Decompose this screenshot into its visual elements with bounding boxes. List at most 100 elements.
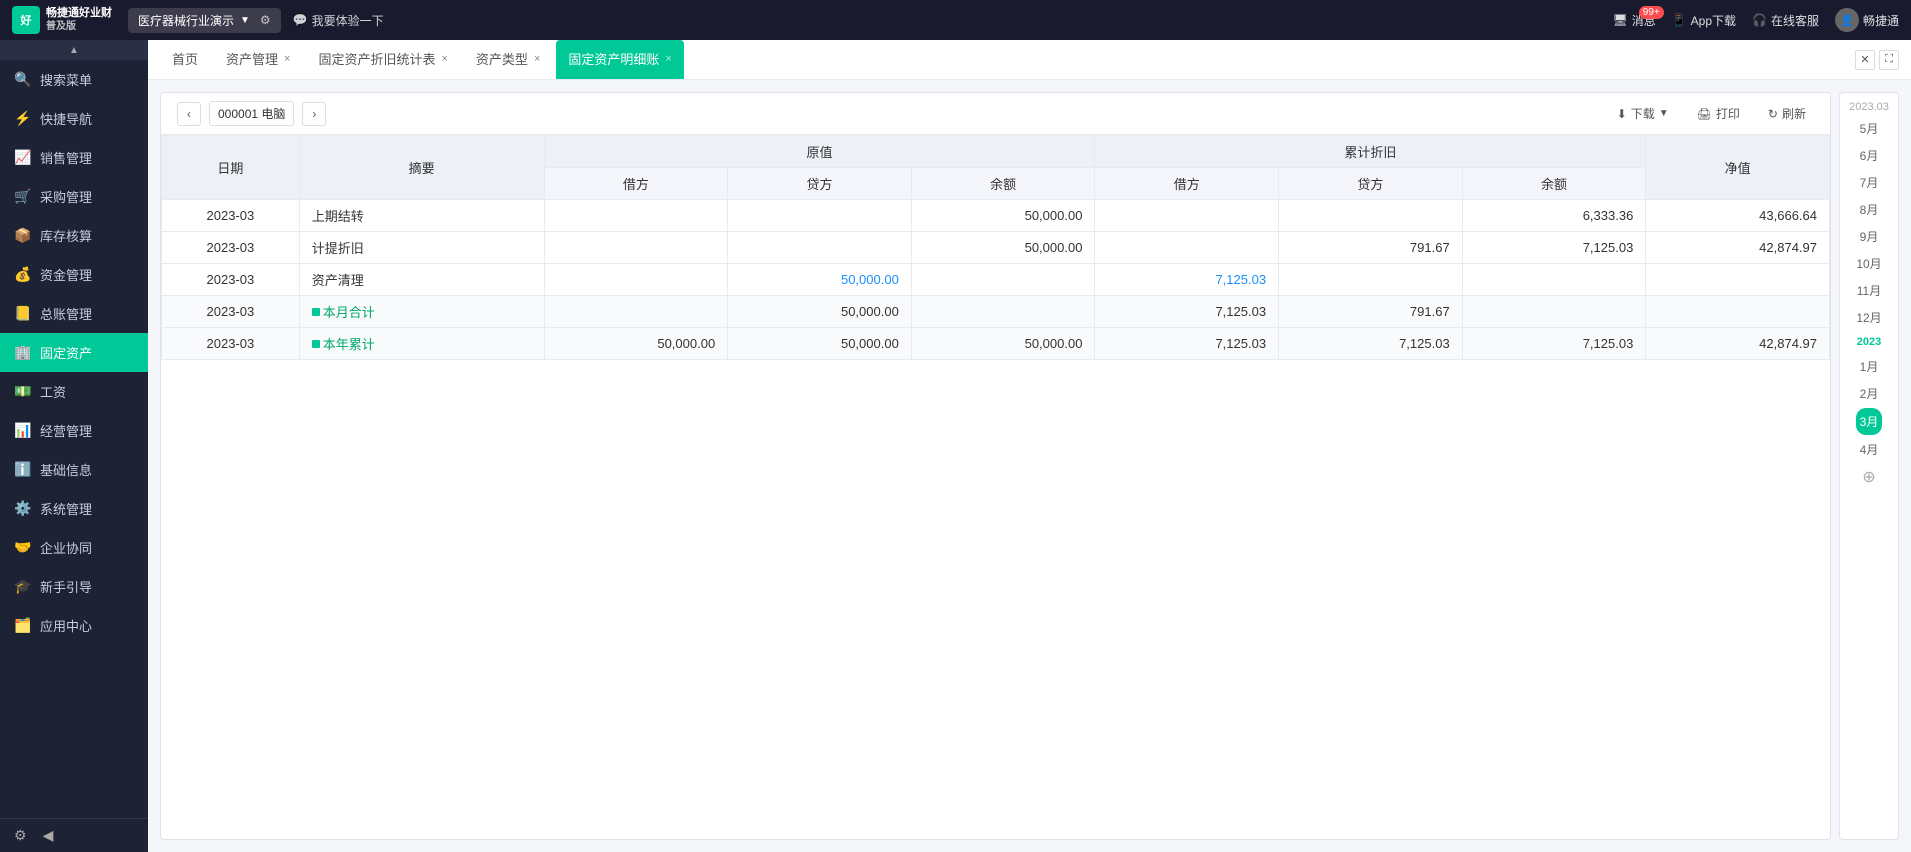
timeline-year-label[interactable]: 2023	[1840, 331, 1898, 353]
tab-asset-detail[interactable]: 固定资产明细账 ×	[556, 40, 683, 79]
sidebar-item-cooperation[interactable]: 🤝 企业协同	[0, 528, 148, 567]
timeline-month-11月[interactable]: 11月	[1852, 277, 1885, 304]
timeline-month-10月[interactable]: 10月	[1852, 250, 1885, 277]
next-asset-btn[interactable]: ›	[302, 102, 326, 126]
tab-depreciation-stat[interactable]: 固定资产折旧统计表×	[306, 40, 459, 79]
sidebar-item-sysadmin[interactable]: ⚙️ 系统管理	[0, 489, 148, 528]
sidebar-item-ledger[interactable]: 📒 总账管理	[0, 294, 148, 333]
asset-id-display: 000001 电脑	[209, 101, 294, 126]
cell-date: 2023-03	[162, 328, 300, 360]
customer-service-btn[interactable]: 🎧 在线客服	[1752, 12, 1819, 29]
download-btn[interactable]: ⬇ 下载 ▼	[1609, 101, 1677, 126]
sidebar-item-salary[interactable]: 💵 工资	[0, 372, 148, 411]
sidebar-item-search[interactable]: 🔍 搜索菜单	[0, 60, 148, 99]
sidebar-item-quicknav[interactable]: ⚡ 快捷导航	[0, 99, 148, 138]
avatar: 👤	[1835, 8, 1859, 32]
tab-label-asset-type: 资产类型	[476, 49, 528, 68]
cell-dep-credit: 7,125.03	[1279, 328, 1463, 360]
app-download-btn[interactable]: 📱 App下载	[1672, 12, 1736, 29]
sidebar-collapse-icon[interactable]: ◀	[43, 827, 54, 844]
cell-orig-balance: 50,000.00	[911, 200, 1095, 232]
timeline-month-9月[interactable]: 9月	[1852, 223, 1885, 250]
basicinfo-icon: ℹ️	[14, 461, 32, 479]
tab-label-asset-detail: 固定资产明细账	[568, 49, 659, 68]
col-summary-header: 摘要	[299, 136, 544, 200]
sidebar-label-fixedassets: 固定资产	[40, 343, 92, 362]
topbar: 好 畅捷通好业财 普及版 医疗器械行业演示 ▼ ⚙ 💬 我要体验一下 🖥 消息 …	[0, 0, 1911, 40]
timeline-month-3月[interactable]: 3月	[1856, 408, 1883, 435]
prev-asset-btn[interactable]: ‹	[177, 102, 201, 126]
green-dot-icon	[312, 340, 320, 348]
cell-summary: 资产清理	[299, 264, 544, 296]
tab-asset-mgmt[interactable]: 资产管理×	[214, 40, 302, 79]
window-expand-btn[interactable]: ⛶	[1879, 50, 1899, 70]
window-close-btn[interactable]: ✕	[1855, 50, 1875, 70]
cell-dep-balance: 7,125.03	[1462, 328, 1646, 360]
search-icon: 🔍	[14, 71, 32, 89]
timeline-month-7月[interactable]: 7月	[1852, 169, 1885, 196]
tab-close-asset-mgmt[interactable]: ×	[284, 53, 290, 65]
sidebar-item-purchase[interactable]: 🛒 采购管理	[0, 177, 148, 216]
sidebar-item-basicinfo[interactable]: ℹ️ 基础信息	[0, 450, 148, 489]
cell-dep-credit: 791.67	[1279, 296, 1463, 328]
table-row: 2023-03 资产清理 50,000.00 7,125.03	[162, 264, 1830, 296]
sidebar-settings-icon[interactable]: ⚙	[14, 827, 27, 844]
sidebar-item-inventory[interactable]: 📦 库存核算	[0, 216, 148, 255]
tab-close-depreciation-stat[interactable]: ×	[441, 53, 447, 65]
cell-orig-balance	[911, 264, 1095, 296]
timeline-month-8月[interactable]: 8月	[1852, 196, 1885, 223]
experience-btn[interactable]: 💬 我要体验一下	[293, 12, 384, 29]
sidebar-scroll-up[interactable]: ▲	[0, 40, 148, 60]
salary-icon: 💵	[14, 383, 32, 401]
sidebar-item-fixedassets[interactable]: 🏢 固定资产	[0, 333, 148, 372]
tab-close-asset-detail[interactable]: ×	[665, 53, 671, 65]
sidebar-item-appcenter[interactable]: 🗂️ 应用中心	[0, 606, 148, 645]
cell-orig-debit: 50,000.00	[544, 328, 728, 360]
refresh-btn[interactable]: ↻ 刷新	[1760, 101, 1814, 126]
experience-label: 我要体验一下	[312, 12, 384, 29]
timeline-month-12月[interactable]: 12月	[1852, 304, 1885, 331]
user-menu[interactable]: 👤 畅捷通	[1835, 8, 1899, 32]
cell-dep-debit: 7,125.03	[1095, 264, 1279, 296]
table-row: 2023-03 本年累计 50,000.00 50,000.00 50,000.…	[162, 328, 1830, 360]
cell-orig-debit	[544, 296, 728, 328]
messages-badge: 99+	[1639, 6, 1664, 19]
tab-asset-type[interactable]: 资产类型 ×	[464, 40, 552, 79]
timeline-month-1月[interactable]: 1月	[1852, 353, 1887, 380]
settings-icon[interactable]: ⚙	[260, 13, 271, 27]
cell-dep-balance: 6,333.36	[1462, 200, 1646, 232]
timeline-month-6月[interactable]: 6月	[1852, 142, 1885, 169]
sidebar-item-sales[interactable]: 📈 销售管理	[0, 138, 148, 177]
print-btn[interactable]: 🖨 打印	[1689, 101, 1748, 126]
cell-orig-balance: 50,000.00	[911, 232, 1095, 264]
sidebar-label-guide: 新手引导	[40, 577, 92, 596]
cell-net-value	[1646, 296, 1830, 328]
tab-home[interactable]: 首页	[160, 40, 210, 79]
cell-date: 2023-03	[162, 264, 300, 296]
timeline-month-2月[interactable]: 2月	[1852, 380, 1887, 407]
tab-close-asset-type[interactable]: ×	[534, 53, 540, 65]
data-table-scroll[interactable]: 日期 摘要 原值 累计折旧 净值 借方 贷方 余额 借方	[161, 135, 1830, 839]
timeline-expand-icon[interactable]: ⊕	[1858, 463, 1879, 491]
cell-net-value: 43,666.64	[1646, 200, 1830, 232]
cell-dep-debit	[1095, 200, 1279, 232]
green-tag: 本月合计	[312, 302, 375, 321]
sidebar-label-quicknav: 快捷导航	[40, 109, 92, 128]
purchase-icon: 🛒	[14, 188, 32, 206]
refresh-icon: ↻	[1768, 107, 1778, 121]
timeline-month-4月[interactable]: 4月	[1852, 436, 1887, 463]
sidebar-item-guide[interactable]: 🎓 新手引导	[0, 567, 148, 606]
col-net-value-header: 净值	[1646, 136, 1830, 200]
experience-icon: 💬	[293, 13, 308, 27]
sidebar-item-operations[interactable]: 📊 经营管理	[0, 411, 148, 450]
company-name: 医疗器械行业演示	[138, 12, 234, 29]
table-row: 2023-03 上期结转 50,000.00 6,333.36 43,666.6…	[162, 200, 1830, 232]
messages-btn[interactable]: 🖥 消息 99+	[1612, 12, 1655, 29]
inventory-icon: 📦	[14, 227, 32, 245]
timeline-month-5月[interactable]: 5月	[1852, 115, 1885, 142]
cell-orig-credit	[728, 200, 912, 232]
sidebar-item-funds[interactable]: 💰 资金管理	[0, 255, 148, 294]
cell-summary: 本年累计	[299, 328, 544, 360]
company-selector[interactable]: 医疗器械行业演示 ▼ ⚙	[128, 8, 281, 33]
customer-service-label: 在线客服	[1771, 12, 1819, 29]
